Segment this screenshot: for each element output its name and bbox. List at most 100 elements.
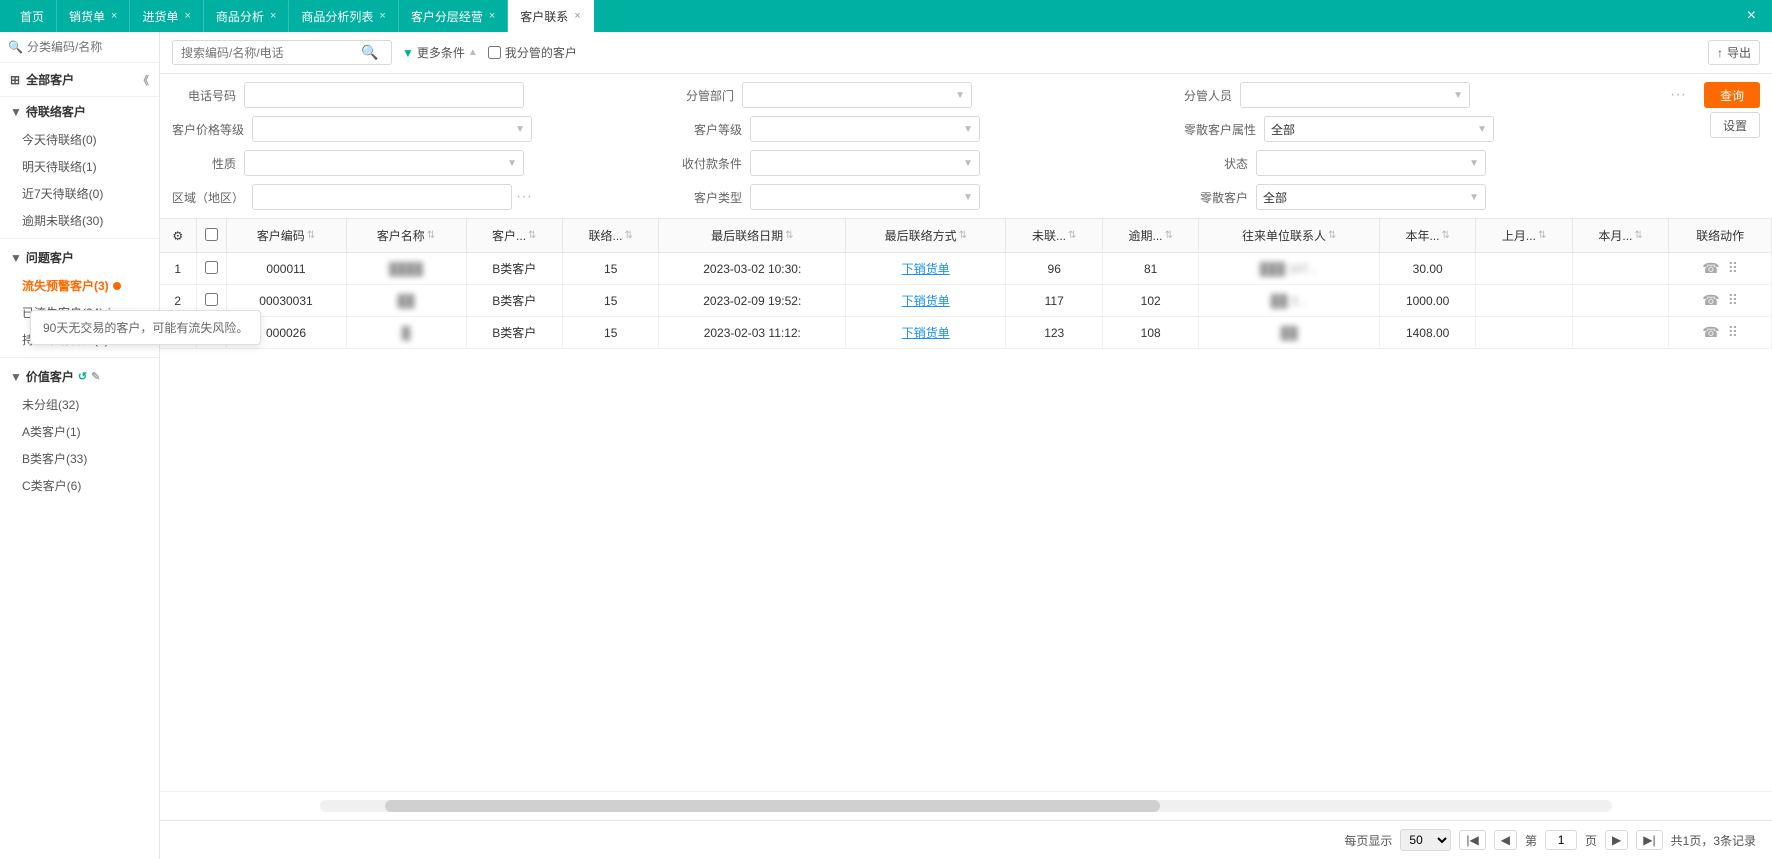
my-customers-checkbox-label[interactable]: 我分管的客户 <box>488 44 577 61</box>
th-code[interactable]: 客户编码 ⇅ <box>226 219 346 253</box>
close-icon[interactable]: × <box>379 10 385 22</box>
tab-customer-tier[interactable]: 客户分层经营 × <box>399 0 508 32</box>
th-type[interactable]: 客户... ⇅ <box>466 219 562 253</box>
sidebar-item-today[interactable]: 今天待联络(0) <box>0 126 159 153</box>
first-page-button[interactable]: |◀ <box>1459 830 1485 850</box>
tab-product-list[interactable]: 商品分析列表 × <box>289 0 398 32</box>
tab-sales[interactable]: 销货单 × <box>57 0 130 32</box>
select-all-checkbox[interactable] <box>205 228 218 241</box>
close-all-button[interactable]: × <box>1739 7 1764 25</box>
edit-icon[interactable]: ✎ <box>91 370 100 383</box>
filter-select-nature[interactable]: ▼ <box>244 150 524 176</box>
filter-select-cust-type[interactable]: ▼ <box>750 184 980 210</box>
query-button[interactable]: 查询 <box>1704 82 1760 108</box>
th-last-month[interactable]: 上月... ⇅ <box>1476 219 1572 253</box>
row-checkbox[interactable] <box>205 261 218 274</box>
th-contact[interactable]: 联络... ⇅ <box>562 219 658 253</box>
close-icon[interactable]: × <box>270 10 276 22</box>
gear-icon[interactable]: ⚙ <box>172 229 183 243</box>
filter-select-cust-grade[interactable]: ▼ <box>750 116 980 142</box>
page-number-input[interactable] <box>1545 830 1577 850</box>
sidebar-group-pending[interactable]: ▼ 待联络客户 <box>0 97 159 126</box>
last-page-button[interactable]: ▶| <box>1636 830 1662 850</box>
th-name[interactable]: 客户名称 ⇅ <box>346 219 466 253</box>
cell-this-year: 1000.00 <box>1379 285 1475 317</box>
filter-select-region[interactable] <box>252 184 512 210</box>
sidebar-all-customers[interactable]: ⊞ 全部客户 《 <box>0 63 159 97</box>
more-actions-icon[interactable]: ⠿ <box>1728 260 1738 277</box>
sidebar-search-input[interactable] <box>27 40 160 54</box>
sidebar-group-problem[interactable]: ▼ 问题客户 <box>0 243 159 272</box>
contact-icon[interactable]: ☎ <box>1702 260 1719 277</box>
chevron-down-icon: ▼ <box>963 124 973 135</box>
total-records: 共1页，3条记录 <box>1671 832 1756 849</box>
sidebar-group-value[interactable]: ▼ 价值客户 ↺ ✎ <box>0 362 159 391</box>
sidebar-item-b-class[interactable]: B类客户(33) <box>0 445 159 472</box>
tab-purchase[interactable]: 进货单 × <box>130 0 203 32</box>
sidebar-item-tomorrow[interactable]: 明天待联络(1) <box>0 153 159 180</box>
sidebar-item-7days[interactable]: 近7天待联络(0) <box>0 180 159 207</box>
horizontal-scrollbar[interactable] <box>320 800 1612 812</box>
more-actions-icon[interactable]: ⠿ <box>1728 292 1738 309</box>
warning-dot <box>113 282 121 290</box>
th-uncontact[interactable]: 未联... ⇅ <box>1006 219 1102 253</box>
row-checkbox[interactable] <box>205 293 218 306</box>
filter-select-retail-cust[interactable]: 全部 ▼ <box>1256 184 1486 210</box>
search-input[interactable] <box>181 46 361 60</box>
collapse-icon[interactable]: 《 <box>138 72 149 88</box>
tab-home[interactable]: 首页 <box>8 0 57 32</box>
sidebar-item-ungrouped[interactable]: 未分组(32) <box>0 391 159 418</box>
th-overdue[interactable]: 逾期... ⇅ <box>1102 219 1198 253</box>
last-method-link[interactable]: 下销货单 <box>902 326 950 340</box>
region-more-options[interactable]: ··· <box>512 188 536 206</box>
close-icon[interactable]: × <box>574 10 580 22</box>
th-last-method[interactable]: 最后联络方式 ⇅ <box>846 219 1006 253</box>
last-method-link[interactable]: 下销货单 <box>902 294 950 308</box>
cell-type: B类客户 <box>466 253 562 285</box>
tab-product-analysis[interactable]: 商品分析 × <box>204 0 289 32</box>
th-this-year[interactable]: 本年... ⇅ <box>1379 219 1475 253</box>
settings-button[interactable]: 设置 <box>1710 112 1760 138</box>
tab-customer-contact[interactable]: 客户联系 × <box>508 0 593 32</box>
scrollbar-thumb[interactable] <box>385 800 1160 812</box>
last-method-link[interactable]: 下销货单 <box>902 262 950 276</box>
filter-field-nature: 性质 ▼ <box>172 150 678 176</box>
export-button[interactable]: ↑ 导出 <box>1708 40 1760 65</box>
sidebar-item-churn-warning[interactable]: 流失预警客户(3) <box>0 272 159 299</box>
my-customers-checkbox[interactable] <box>488 46 501 59</box>
more-options-button[interactable]: ··· <box>1666 86 1690 104</box>
more-actions-icon[interactable]: ⠿ <box>1728 324 1738 341</box>
filter-select-person[interactable]: ▼ <box>1240 82 1470 108</box>
filter-input-phone[interactable] <box>244 82 524 108</box>
filter-select-status[interactable]: ▼ <box>1256 150 1486 176</box>
next-page-button[interactable]: ▶ <box>1605 830 1628 850</box>
th-last-date[interactable]: 最后联络日期 ⇅ <box>659 219 846 253</box>
filter-field-cust-type: 客户类型 ▼ <box>678 184 1184 210</box>
search-bar: 🔍 ▼ 更多条件 ▲ 我分管的客户 ↑ 导出 <box>160 32 1772 74</box>
data-table: ⚙ 客户编码 ⇅ 客户名称 <box>160 219 1772 349</box>
sidebar-item-overdue[interactable]: 逾期未联络(30) <box>0 207 159 234</box>
chevron-down-icon: ▼ <box>1477 124 1487 135</box>
th-this-month[interactable]: 本月... ⇅ <box>1572 219 1668 253</box>
more-filters-button[interactable]: ▼ 更多条件 ▲ <box>402 44 478 61</box>
contact-icon[interactable]: ☎ <box>1702 292 1719 309</box>
cell-last-month <box>1476 253 1572 285</box>
filter-select-price-grade[interactable]: ▼ <box>252 116 532 142</box>
filter-select-dept[interactable]: ▼ <box>742 82 972 108</box>
close-icon[interactable]: × <box>111 10 117 22</box>
search-icon[interactable]: 🔍 <box>361 44 378 61</box>
prev-page-button[interactable]: ◀ <box>1494 830 1517 850</box>
filter-select-payment[interactable]: ▼ <box>750 150 980 176</box>
sidebar-item-c-class[interactable]: C类客户(6) <box>0 472 159 499</box>
cell-overdue: 108 <box>1102 317 1198 349</box>
close-icon[interactable]: × <box>184 10 190 22</box>
sidebar-item-a-class[interactable]: A类客户(1) <box>0 418 159 445</box>
th-unit-contact[interactable]: 往来单位联系人 ⇅ <box>1199 219 1380 253</box>
sort-icon: ⇅ <box>1634 230 1642 241</box>
filter-select-retail-attr[interactable]: 全部 ▼ <box>1264 116 1494 142</box>
page-size-select[interactable]: 50 100 <box>1400 829 1451 851</box>
refresh-icon[interactable]: ↺ <box>78 370 87 383</box>
close-icon[interactable]: × <box>489 10 495 22</box>
contact-icon[interactable]: ☎ <box>1702 324 1719 341</box>
filter-label-payment: 收付款条件 <box>678 155 750 172</box>
